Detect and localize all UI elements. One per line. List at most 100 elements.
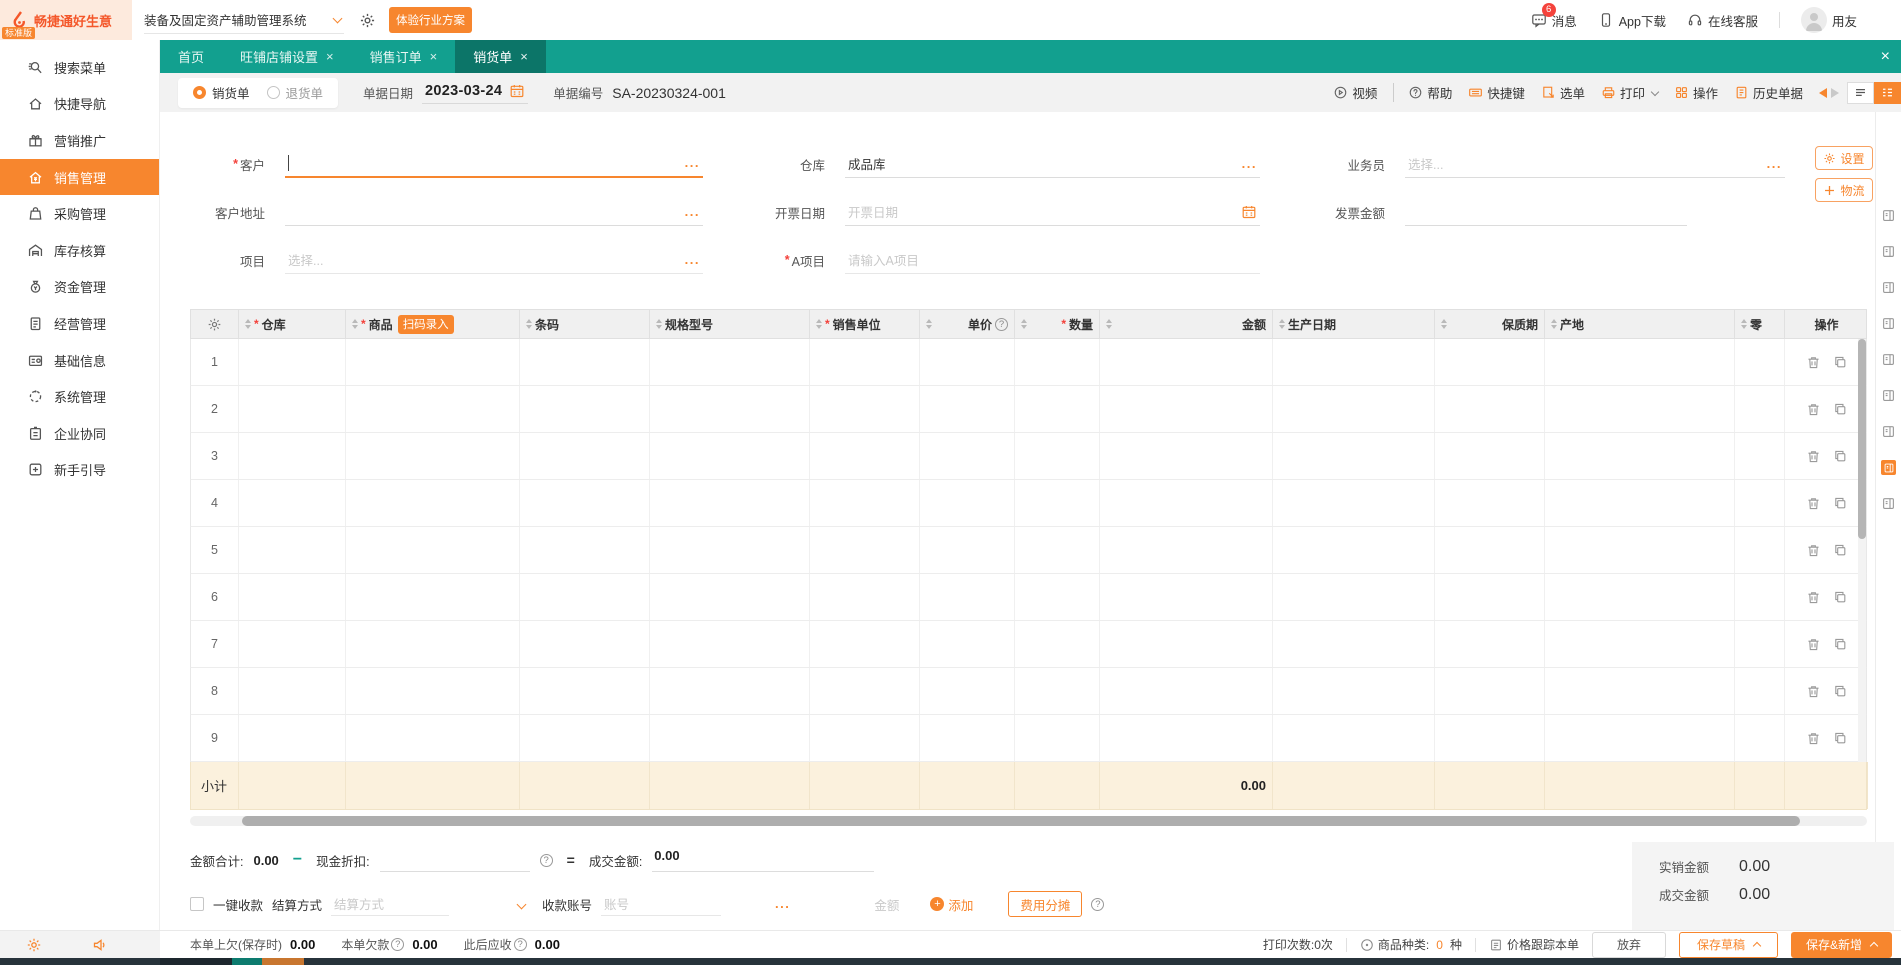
sort-icon[interactable] (816, 319, 822, 329)
cell-prod-date[interactable] (1273, 621, 1435, 667)
delete-icon[interactable] (1806, 731, 1821, 746)
cell-sale-unit[interactable] (810, 386, 920, 432)
cell-prod-date[interactable] (1273, 715, 1435, 761)
cell-quantity[interactable] (1015, 527, 1100, 573)
cell-spec[interactable] (650, 715, 810, 761)
column-header-warehouse[interactable]: * 仓库 (239, 310, 346, 338)
copy-icon[interactable] (1833, 684, 1848, 699)
column-header-prod-date[interactable]: 生产日期 (1273, 310, 1435, 338)
cell-quantity[interactable] (1015, 480, 1100, 526)
panel-toggle-icon[interactable] (1881, 316, 1896, 331)
prev-arrow-icon[interactable] (1819, 87, 1827, 98)
toolbar-print-button[interactable]: 打印 (1601, 83, 1660, 102)
cash-discount-input[interactable] (379, 848, 530, 872)
toolbar-actions-button[interactable]: 操作 (1674, 83, 1718, 102)
column-header-spec[interactable]: 规格型号 (650, 310, 810, 338)
sidebar-item-sales-mgmt[interactable]: 销售管理 (0, 158, 159, 196)
cell-retail[interactable] (1735, 339, 1785, 385)
chevron-down-icon[interactable] (516, 899, 527, 909)
sidebar-item-inventory-accounting[interactable]: 库存核算 (0, 232, 159, 269)
cell-product[interactable] (346, 527, 520, 573)
cell-amount[interactable] (1100, 386, 1273, 432)
cell-prod-date[interactable] (1273, 433, 1435, 479)
next-arrow-icon[interactable] (1831, 87, 1839, 98)
online-support-button[interactable]: 在线客服 (1687, 11, 1758, 30)
cell-sale-unit[interactable] (810, 339, 920, 385)
cell-quantity[interactable] (1015, 574, 1100, 620)
cell-spec[interactable] (650, 527, 810, 573)
sort-icon[interactable] (1741, 319, 1747, 329)
messages-button[interactable]: 消息 6 (1531, 2, 1577, 30)
cell-barcode[interactable] (520, 386, 650, 432)
cell-warehouse[interactable] (239, 480, 346, 526)
cell-unit-price[interactable] (920, 480, 1015, 526)
cell-unit-price[interactable] (920, 339, 1015, 385)
cell-retail[interactable] (1735, 715, 1785, 761)
gear-icon[interactable] (207, 317, 222, 332)
cell-origin[interactable] (1545, 527, 1735, 573)
cell-retail[interactable] (1735, 480, 1785, 526)
copy-icon[interactable] (1833, 731, 1848, 746)
settle-method-input[interactable]: 结算方式 (331, 892, 450, 916)
cell-unit-price[interactable] (920, 527, 1015, 573)
column-header-unit-price[interactable]: 单价? (920, 310, 1015, 338)
sidebar-item-purchase-mgmt[interactable]: 采购管理 (0, 195, 159, 232)
sidebar-item-newbie-guide[interactable]: 新手引导 (0, 452, 159, 489)
cell-shelf-life[interactable] (1435, 433, 1545, 479)
cell-amount[interactable] (1100, 715, 1273, 761)
one-click-checkbox[interactable] (190, 897, 204, 911)
toolbar-history-button[interactable]: 历史单据 (1734, 83, 1803, 102)
cell-warehouse[interactable] (239, 574, 346, 620)
cell-unit-price[interactable] (920, 668, 1015, 714)
cell-unit-price[interactable] (920, 574, 1015, 620)
radio-sales-return[interactable]: 退货单 (266, 83, 323, 102)
cell-shelf-life[interactable] (1435, 574, 1545, 620)
cell-retail[interactable] (1735, 668, 1785, 714)
column-header-retail[interactable]: 零 (1735, 310, 1785, 338)
app-logo[interactable]: 畅捷通好生意 标准版 (0, 0, 132, 40)
cell-warehouse[interactable] (239, 386, 346, 432)
cell-origin[interactable] (1545, 574, 1735, 620)
more-icon[interactable]: ... (685, 253, 700, 266)
delete-icon[interactable] (1806, 543, 1821, 558)
cell-amount[interactable] (1100, 339, 1273, 385)
close-icon[interactable]: × (326, 50, 334, 63)
sidebar-item-marketing[interactable]: 营销推广 (0, 122, 159, 159)
experience-industry-button[interactable]: 体验行业方案 (389, 7, 472, 33)
invoice-amount-input[interactable] (1405, 198, 1687, 226)
customer-address-input[interactable]: ... (285, 198, 703, 226)
more-icon[interactable]: ... (1242, 157, 1257, 170)
cell-retail[interactable] (1735, 433, 1785, 479)
toolbar-video-button[interactable]: 视频 (1333, 83, 1377, 102)
cell-unit-price[interactable] (920, 715, 1015, 761)
column-header-origin[interactable]: 产地 (1545, 310, 1735, 338)
cell-spec[interactable] (650, 621, 810, 667)
sidebar-item-operation-mgmt[interactable]: 经营管理 (0, 305, 159, 342)
help-icon[interactable]: ? (391, 938, 405, 951)
save-draft-button[interactable]: 保存草稿 (1678, 931, 1778, 958)
cell-amount[interactable] (1100, 574, 1273, 620)
cell-prod-date[interactable] (1273, 668, 1435, 714)
cell-origin[interactable] (1545, 480, 1735, 526)
cell-retail[interactable] (1735, 621, 1785, 667)
sort-icon[interactable] (1551, 319, 1557, 329)
cell-barcode[interactable] (520, 480, 650, 526)
tab-sales-order[interactable]: 销售订单 × (352, 40, 456, 73)
cell-spec[interactable] (650, 668, 810, 714)
sort-icon[interactable] (526, 319, 532, 329)
vertical-scrollbar-thumb[interactable] (1858, 339, 1866, 539)
cell-shelf-life[interactable] (1435, 386, 1545, 432)
column-header-actions[interactable]: 操作 (1785, 310, 1868, 338)
sort-icon[interactable] (352, 319, 358, 329)
cell-prod-date[interactable] (1273, 574, 1435, 620)
delete-icon[interactable] (1806, 590, 1821, 605)
copy-icon[interactable] (1833, 355, 1848, 370)
horizontal-scrollbar-thumb[interactable] (242, 816, 1800, 826)
cell-amount[interactable] (1100, 621, 1273, 667)
column-header-barcode[interactable]: 条码 (520, 310, 650, 338)
column-header-sale-unit[interactable]: * 销售单位 (810, 310, 920, 338)
panel-toggle-icon[interactable] (1881, 244, 1896, 259)
cell-prod-date[interactable] (1273, 480, 1435, 526)
cell-sale-unit[interactable] (810, 668, 920, 714)
delete-icon[interactable] (1806, 355, 1821, 370)
